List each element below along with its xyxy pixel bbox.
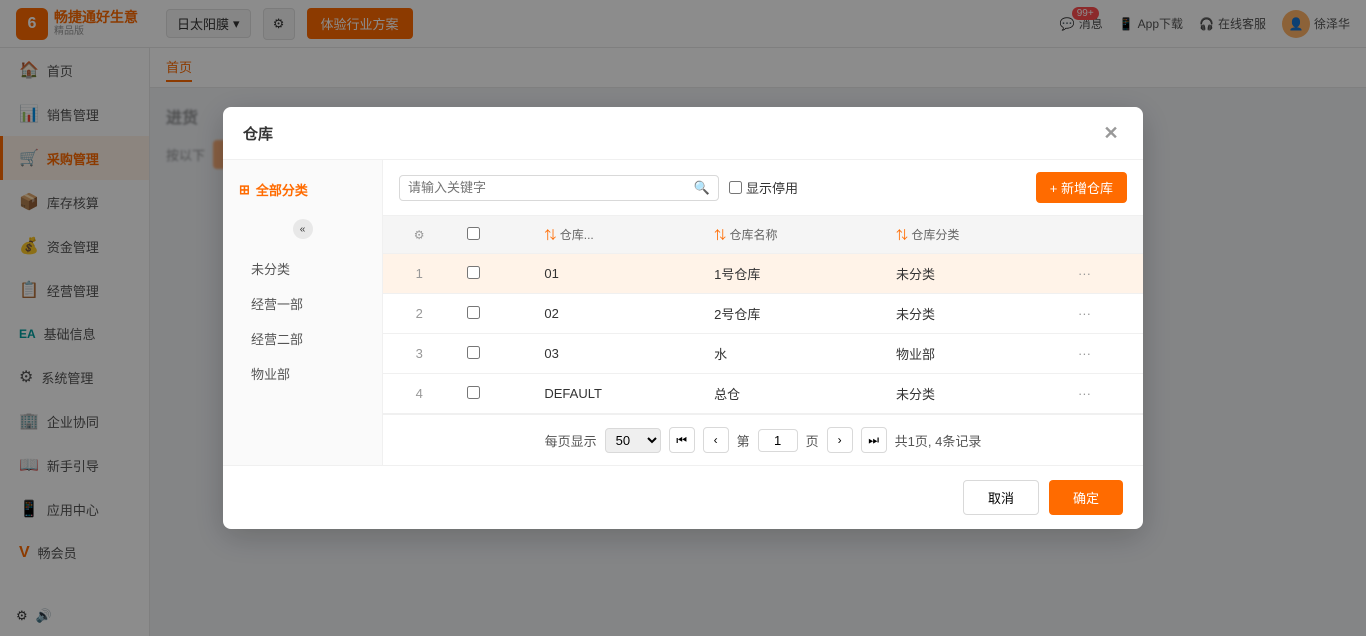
row-checkbox-1[interactable] [467, 266, 480, 279]
show-disabled-label[interactable]: 显示停用 [729, 178, 798, 197]
next-page-button[interactable]: › [827, 427, 853, 453]
modal-overlay: 仓库 ✕ ⊞ 全部分类 « 未分类 经营一部 经营二部 物业部 [0, 0, 1366, 636]
row-check-1 [455, 254, 532, 294]
row-num-4: 4 [383, 374, 455, 414]
page-label: 第 [737, 431, 750, 450]
row-code-3: 03 [532, 334, 702, 374]
row-check-3 [455, 334, 532, 374]
table-row: 3 03 水 物业部 ··· [383, 334, 1143, 374]
category-ops-1[interactable]: 经营一部 [223, 286, 382, 321]
modal-main: 🔍 显示停用 + 新增仓库 ⚙ [383, 160, 1143, 465]
row-category-1: 未分类 [884, 254, 1066, 294]
modal-body: ⊞ 全部分类 « 未分类 经营一部 经营二部 物业部 🔍 [223, 160, 1143, 465]
col-header-code: ⇅ 仓库... [532, 216, 702, 254]
row-checkbox-2[interactable] [467, 306, 480, 319]
page-input[interactable] [758, 429, 798, 452]
row-name-3: 水 [702, 334, 884, 374]
modal-title: 仓库 [243, 123, 273, 144]
category-ops-2[interactable]: 经营二部 [223, 321, 382, 356]
row-check-2 [455, 294, 532, 334]
row-settings-1: 1 [383, 254, 455, 294]
collapse-button[interactable]: « [293, 219, 313, 239]
sort-icon-2: ⇅ [714, 228, 726, 242]
row-code-4: DEFAULT [532, 374, 702, 414]
all-category-label: 全部分类 [256, 180, 308, 199]
row-more-4[interactable]: ··· [1066, 374, 1143, 414]
confirm-button[interactable]: 确定 [1049, 480, 1123, 515]
all-category-item[interactable]: ⊞ 全部分类 [223, 172, 382, 207]
table-row: 1 01 1号仓库 未分类 ··· [383, 254, 1143, 294]
category-property[interactable]: 物业部 [223, 356, 382, 391]
warehouse-table-area: ⚙ ⇅ 仓库... ⇅ 仓库名称 [383, 216, 1143, 414]
first-page-button[interactable]: ⏮ [669, 427, 695, 453]
col-header-settings: ⚙ [383, 216, 455, 254]
per-page-label: 每页显示 [545, 431, 597, 450]
search-icon: 🔍 [694, 180, 710, 196]
page-unit: 页 [806, 431, 819, 450]
row-num-2: 2 [383, 294, 455, 334]
row-more-1[interactable]: ··· [1066, 254, 1143, 294]
modal-sidebar: ⊞ 全部分类 « 未分类 经营一部 经营二部 物业部 [223, 160, 383, 465]
row-code-1: 01 [532, 254, 702, 294]
row-category-4: 未分类 [884, 374, 1066, 414]
per-page-select[interactable]: 50 20 100 [605, 428, 661, 453]
sort-icon: ⇅ [544, 228, 556, 242]
row-check-4 [455, 374, 532, 414]
add-warehouse-button[interactable]: + 新增仓库 [1036, 172, 1127, 203]
row-checkbox-3[interactable] [467, 346, 480, 359]
modal-header: 仓库 ✕ [223, 107, 1143, 160]
show-disabled-checkbox[interactable] [729, 181, 742, 194]
row-more-2[interactable]: ··· [1066, 294, 1143, 334]
pagination: 每页显示 50 20 100 ⏮ ‹ 第 页 › ⏭ 共1页, 4条记录 [383, 414, 1143, 465]
row-category-3: 物业部 [884, 334, 1066, 374]
warehouse-modal: 仓库 ✕ ⊞ 全部分类 « 未分类 经营一部 经营二部 物业部 [223, 107, 1143, 529]
col-header-name: ⇅ 仓库名称 [702, 216, 884, 254]
prev-page-button[interactable]: ‹ [703, 427, 729, 453]
search-input[interactable] [408, 180, 688, 195]
cancel-button[interactable]: 取消 [963, 480, 1039, 515]
category-unclassified[interactable]: 未分类 [223, 251, 382, 286]
row-checkbox-4[interactable] [467, 386, 480, 399]
table-row: 2 02 2号仓库 未分类 ··· [383, 294, 1143, 334]
row-code-2: 02 [532, 294, 702, 334]
select-all-checkbox[interactable] [467, 227, 480, 240]
row-category-2: 未分类 [884, 294, 1066, 334]
total-info: 共1页, 4条记录 [895, 431, 982, 450]
row-name-2: 2号仓库 [702, 294, 884, 334]
sort-icon-3: ⇅ [896, 228, 908, 242]
col-header-actions [1066, 216, 1143, 254]
modal-footer: 取消 确定 [223, 465, 1143, 529]
col-header-check [455, 216, 532, 254]
table-row: 4 DEFAULT 总仓 未分类 ··· [383, 374, 1143, 414]
show-disabled-text: 显示停用 [746, 178, 798, 197]
grid-icon: ⊞ [239, 182, 250, 198]
modal-toolbar: 🔍 显示停用 + 新增仓库 [383, 160, 1143, 216]
row-num-3: 3 [383, 334, 455, 374]
row-more-3[interactable]: ··· [1066, 334, 1143, 374]
modal-close-button[interactable]: ✕ [1099, 121, 1123, 145]
warehouse-table: ⚙ ⇅ 仓库... ⇅ 仓库名称 [383, 216, 1143, 414]
row-name-4: 总仓 [702, 374, 884, 414]
last-page-button[interactable]: ⏭ [861, 427, 887, 453]
search-box: 🔍 [399, 175, 719, 201]
col-header-category: ⇅ 仓库分类 [884, 216, 1066, 254]
row-name-1: 1号仓库 [702, 254, 884, 294]
